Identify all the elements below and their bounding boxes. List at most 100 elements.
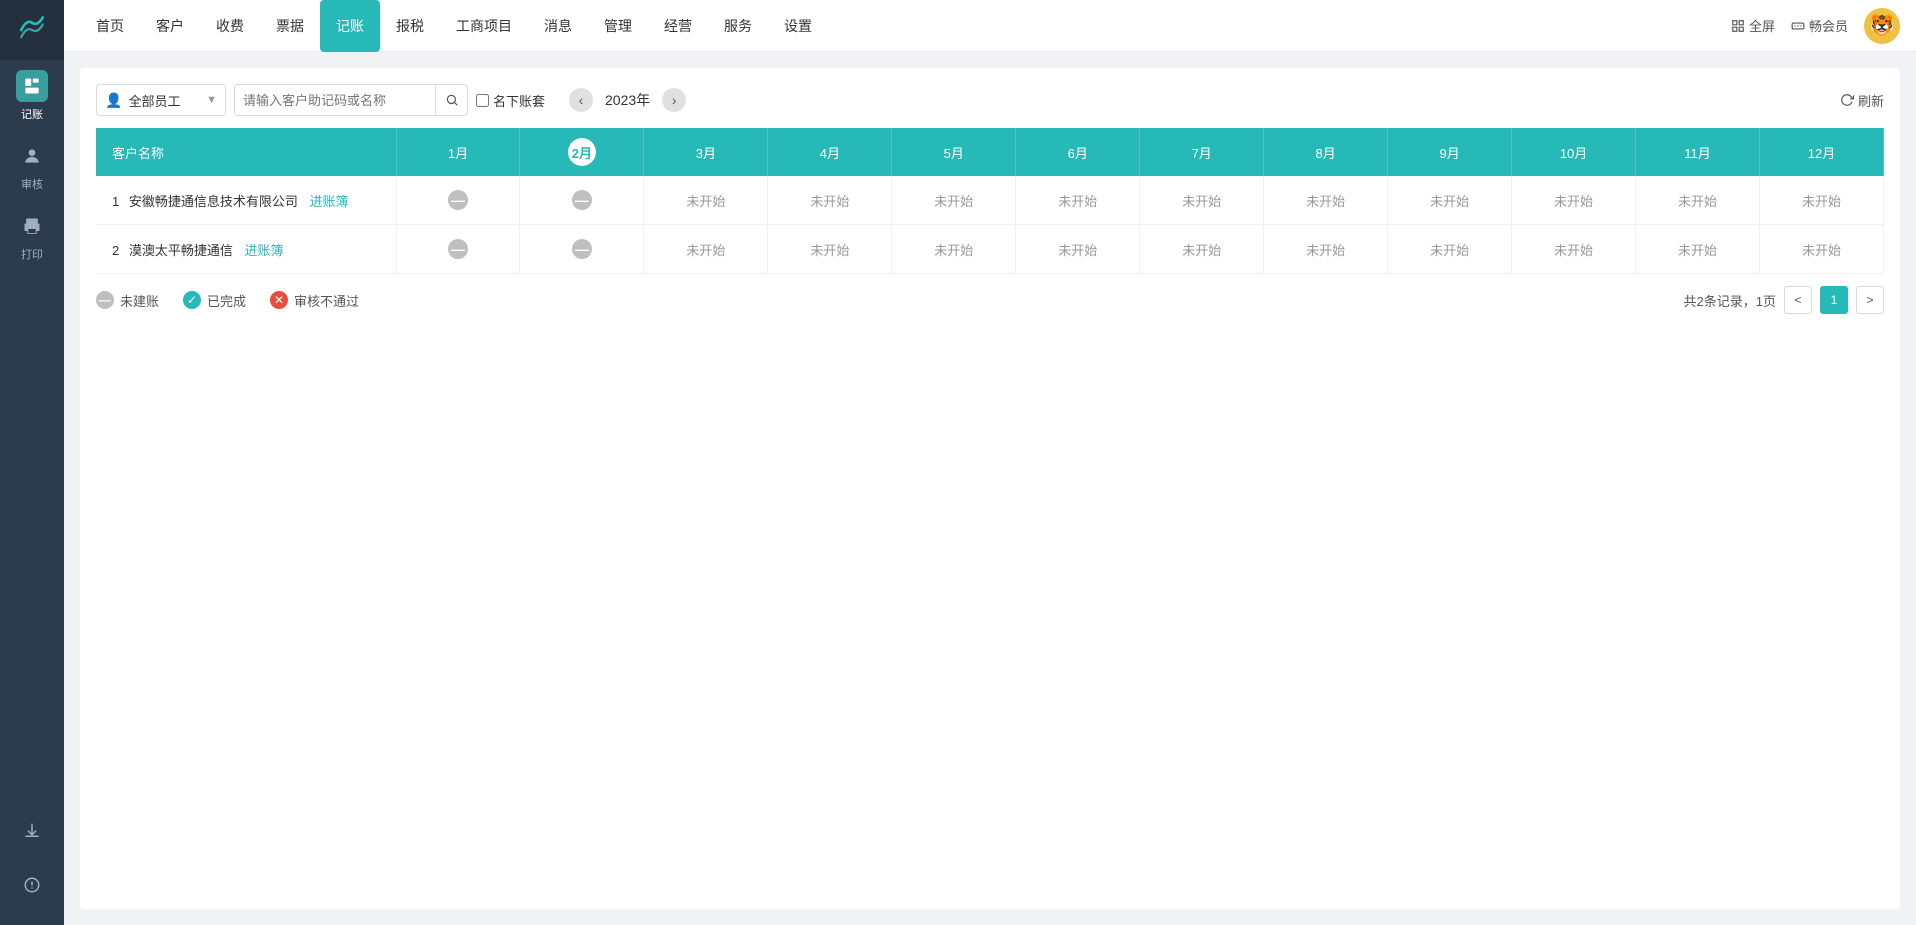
fullscreen-button[interactable]: 全屏 [1731, 16, 1775, 35]
avatar[interactable]: 🐯 [1864, 8, 1900, 44]
pagination: 共2条记录，1页 < 1 > [1684, 286, 1884, 314]
year-prev-button[interactable]: ‹ [569, 88, 593, 112]
client-name-1: 安徽畅捷通信息技术有限公司 [129, 194, 298, 209]
client-name-2: 漠澳太平畅捷通信 [129, 243, 233, 258]
nav-business[interactable]: 工商项目 [440, 0, 528, 52]
refresh-button[interactable]: 刷新 [1840, 91, 1884, 110]
not-started-label: 未开始 [810, 194, 849, 209]
nav-billing[interactable]: 收费 [200, 0, 260, 52]
sidebar-item-bookkeeping[interactable]: 记账 [0, 60, 64, 130]
not-started-label: 未开始 [1554, 194, 1593, 209]
topnav: 首页 客户 收费 票据 记账 报税 工商项目 消息 管理 经营 服务 设置 全屏… [64, 0, 1916, 52]
sidebar-item-review[interactable]: 审核 [0, 130, 64, 200]
nav-message[interactable]: 消息 [528, 0, 588, 52]
col-m5: 5月 [892, 128, 1016, 176]
nav-settings[interactable]: 设置 [768, 0, 828, 52]
download-icon [16, 815, 48, 847]
vip-label: 畅会员 [1809, 16, 1848, 35]
search-button[interactable] [435, 84, 467, 116]
not-started-label: 未开始 [686, 243, 725, 258]
vip-button[interactable]: 畅会员 [1791, 16, 1848, 35]
legend-completed-icon: ✓ [183, 291, 201, 309]
toolbar: 👤 全部员工 ▼ 名下账套 ‹ 2023年 › [96, 84, 1884, 116]
status-dash-icon: — [572, 239, 592, 259]
status-dash-icon: — [448, 239, 468, 259]
status-m5-r2: 未开始 [892, 225, 1016, 274]
status-m3-r1: 未开始 [644, 176, 768, 225]
status-m6-r2: 未开始 [1016, 225, 1140, 274]
bookkeeping-table: 客户名称 1月 2月 3月 4月 5月 6月 7月 8月 9月 10月 11月 [96, 128, 1884, 274]
status-m8-r1: 未开始 [1264, 176, 1388, 225]
not-started-label: 未开始 [1554, 243, 1593, 258]
pagination-prev[interactable]: < [1784, 286, 1812, 314]
col-m6: 6月 [1016, 128, 1140, 176]
nav-operation[interactable]: 经营 [648, 0, 708, 52]
not-started-label: 未开始 [1058, 243, 1097, 258]
client-cell-2: 2 漠澳太平畅捷通信 进账簿 [96, 225, 396, 274]
nav-service[interactable]: 服务 [708, 0, 768, 52]
status-m11-r1: 未开始 [1636, 176, 1760, 225]
status-m4-r1: 未开始 [768, 176, 892, 225]
not-started-label: 未开始 [1678, 194, 1717, 209]
sidebar-item-print-label: 打印 [21, 246, 43, 262]
main-area: 首页 客户 收费 票据 记账 报税 工商项目 消息 管理 经营 服务 设置 全屏… [64, 0, 1916, 925]
col-m3: 3月 [644, 128, 768, 176]
col-m7: 7月 [1140, 128, 1264, 176]
employee-select[interactable]: 👤 全部员工 ▼ [96, 84, 226, 116]
not-started-label: 未开始 [1430, 194, 1469, 209]
col-m1: 1月 [396, 128, 520, 176]
legend-not-built-icon: — [96, 291, 114, 309]
status-m11-r2: 未开始 [1636, 225, 1760, 274]
col-m4: 4月 [768, 128, 892, 176]
legend-rejected-icon: ✕ [270, 291, 288, 309]
not-started-label: 未开始 [1182, 243, 1221, 258]
pagination-page-1[interactable]: 1 [1820, 286, 1848, 314]
not-started-label: 未开始 [810, 243, 849, 258]
sidebar-item-review-label: 审核 [21, 176, 43, 192]
mine-accounts-checkbox-wrap[interactable]: 名下账套 [476, 91, 545, 110]
pagination-next[interactable]: > [1856, 286, 1884, 314]
review-icon [16, 140, 48, 172]
nav-invoice[interactable]: 票据 [260, 0, 320, 52]
sidebar-item-download[interactable] [0, 805, 64, 855]
status-m9-r1: 未开始 [1388, 176, 1512, 225]
status-dash-icon: — [448, 190, 468, 210]
not-started-label: 未开始 [686, 194, 725, 209]
nav-tax[interactable]: 报税 [380, 0, 440, 52]
mine-accounts-checkbox[interactable] [476, 94, 489, 107]
not-started-label: 未开始 [934, 243, 973, 258]
person-icon: 👤 [105, 92, 122, 109]
not-started-label: 未开始 [1430, 243, 1469, 258]
nav-client[interactable]: 客户 [140, 0, 200, 52]
col-m10: 10月 [1512, 128, 1636, 176]
legend-rejected-label: 审核不通过 [294, 291, 359, 310]
legend-not-built: — 未建账 [96, 291, 159, 310]
employee-select-label: 全部员工 [128, 91, 180, 110]
legend-rejected: ✕ 审核不通过 [270, 291, 359, 310]
sidebar-item-bookkeeping-label: 记账 [21, 106, 43, 122]
col-m9: 9月 [1388, 128, 1512, 176]
row-index: 1 [112, 194, 119, 209]
status-dash-icon: — [572, 190, 592, 210]
fullscreen-label: 全屏 [1749, 16, 1775, 35]
nav-bookkeeping[interactable]: 记账 [320, 0, 380, 52]
nav-home[interactable]: 首页 [80, 0, 140, 52]
nav-manage[interactable]: 管理 [588, 0, 648, 52]
select-arrow-icon: ▼ [206, 94, 217, 106]
not-started-label: 未开始 [1306, 194, 1345, 209]
enter-account-link-1[interactable]: 进账簿 [310, 194, 349, 209]
year-nav: ‹ 2023年 › [569, 88, 686, 112]
print-icon [16, 210, 48, 242]
legend-completed-label: 已完成 [207, 291, 246, 310]
enter-account-link-2[interactable]: 进账簿 [245, 243, 284, 258]
row-index: 2 [112, 243, 119, 258]
not-started-label: 未开始 [1058, 194, 1097, 209]
current-month-indicator: 2月 [568, 138, 596, 166]
year-next-button[interactable]: › [662, 88, 686, 112]
sidebar-item-support[interactable] [0, 859, 64, 909]
search-input[interactable] [235, 93, 435, 108]
status-m7-r1: 未开始 [1140, 176, 1264, 225]
col-client-name: 客户名称 [96, 128, 396, 176]
not-started-label: 未开始 [1306, 243, 1345, 258]
sidebar-item-print[interactable]: 打印 [0, 200, 64, 270]
